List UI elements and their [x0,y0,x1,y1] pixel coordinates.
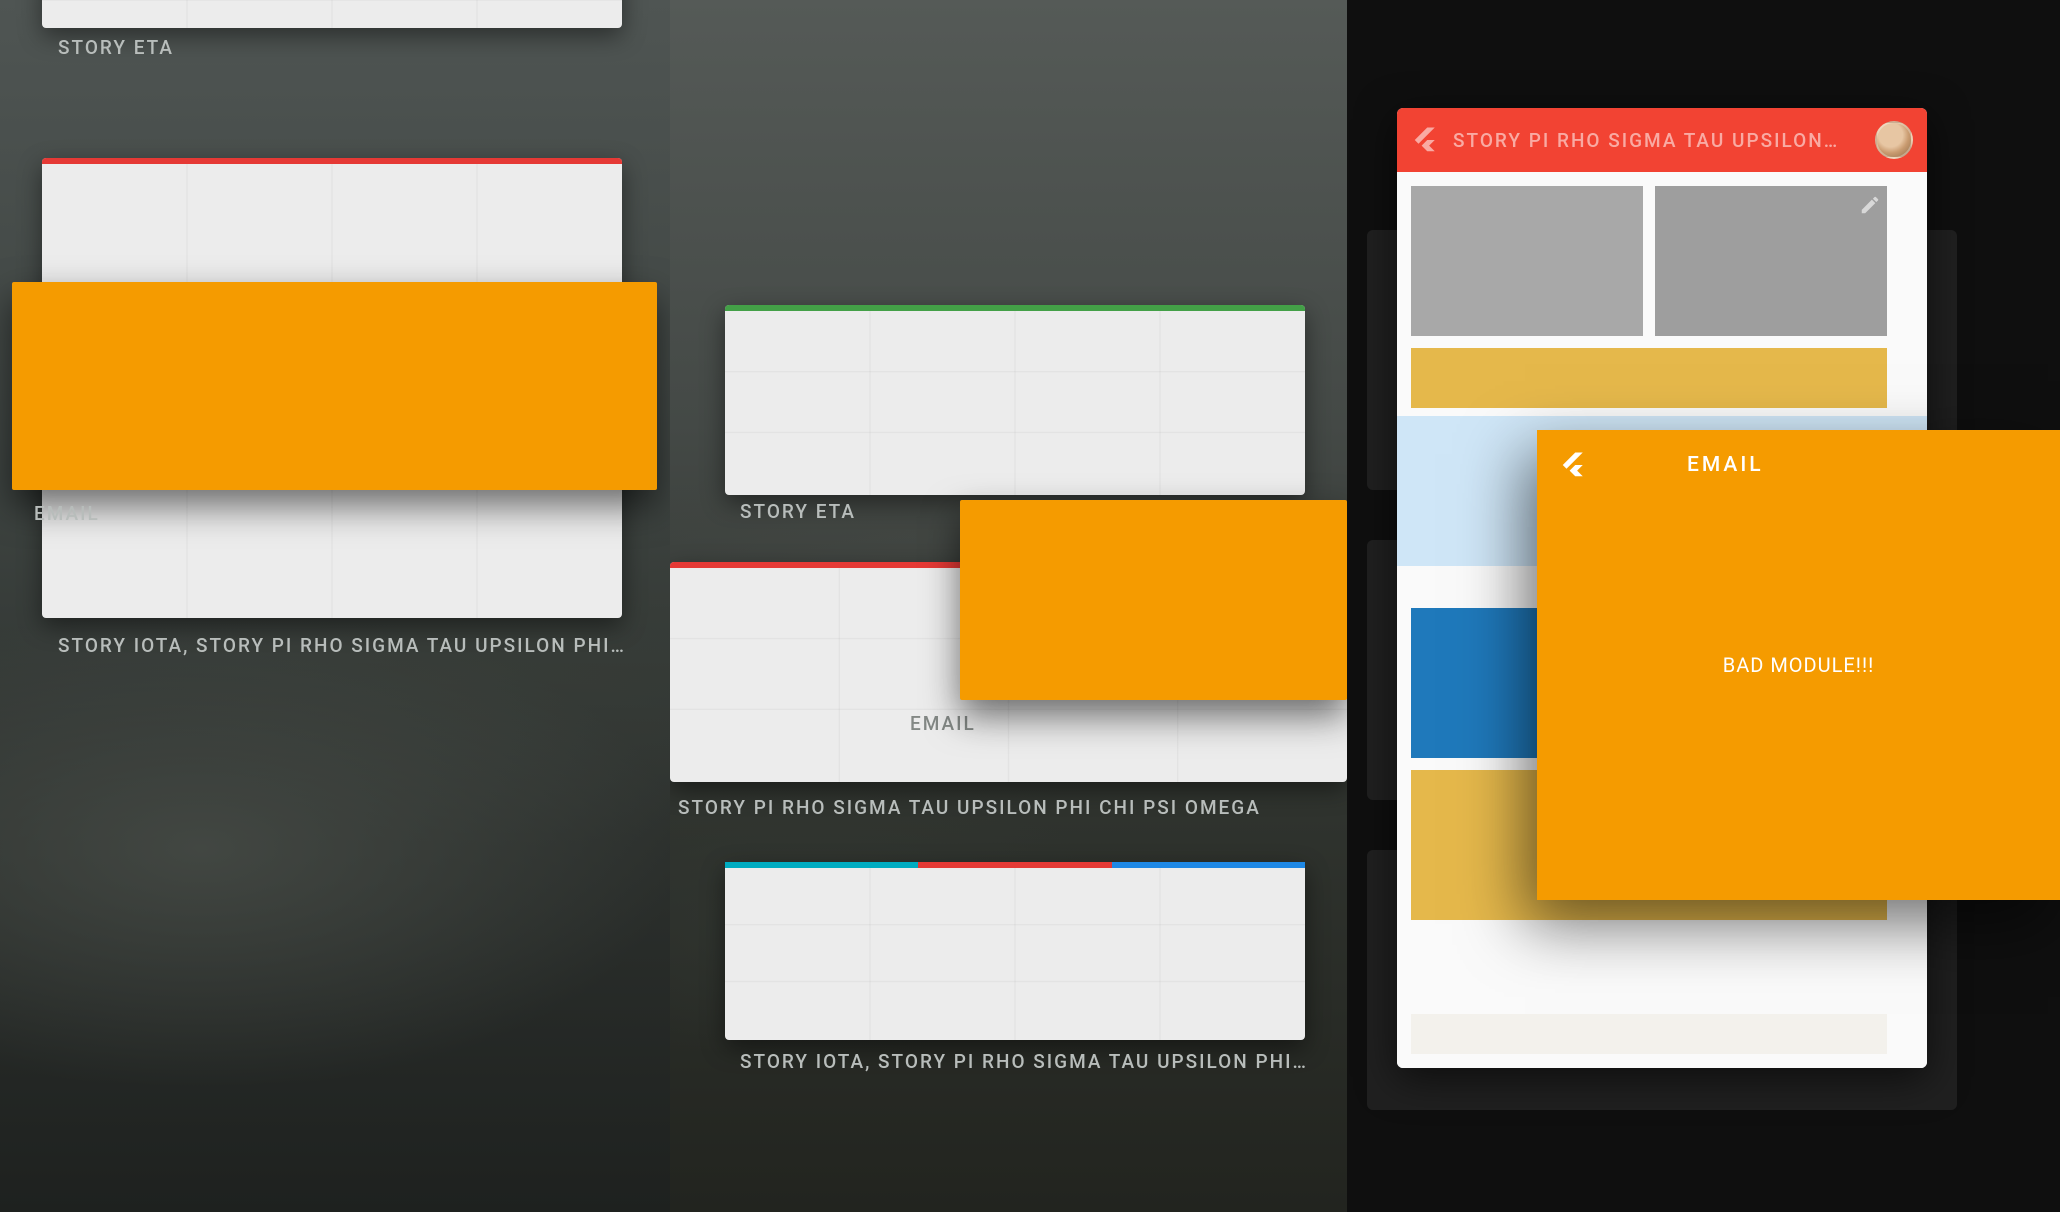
screenshot-panel-right: STORY PI RHO SIGMA TAU UPSILON… [1347,0,2060,1212]
avatar[interactable] [1875,121,1913,159]
edit-affordance[interactable] [1853,186,1887,336]
card-caption: EMAIL [34,502,234,525]
screenshot-panel-middle: STORY ETA EMAIL STORY PI RHO SIGMA TAU U… [670,0,1347,1212]
card-caption: STORY PI RHO SIGMA TAU UPSILON PHI CHI P… [678,796,1338,819]
content-tile[interactable] [1655,186,1887,336]
flutter-logo-icon [1559,450,1589,480]
dragged-card-overlay[interactable] [960,500,1347,700]
popup-title: EMAIL [1607,453,2038,477]
pencil-icon [1859,194,1881,216]
story-card[interactable] [725,305,1305,495]
screenshot-panel-left: STORY ETA EMAIL STORY IOTA, STORY PI RHO… [0,0,670,1212]
card-caption: STORY IOTA, STORY PI RHO SIGMA TAU UPSIL… [740,1050,1340,1073]
content-tile[interactable] [1411,348,1887,408]
content-tile[interactable] [1411,1014,1887,1054]
flutter-logo-icon [1411,125,1441,155]
content-tile[interactable] [1411,186,1643,336]
card-caption: STORY IOTA, STORY PI RHO SIGMA TAU UPSIL… [58,634,658,657]
dragged-card-overlay[interactable] [12,282,657,490]
popup-error-message: BAD MODULE!!! [1723,653,1875,677]
app-header-title: STORY PI RHO SIGMA TAU UPSILON… [1453,129,1863,152]
card-caption: STORY ETA [58,36,618,59]
app-header: STORY PI RHO SIGMA TAU UPSILON… [1397,108,1927,172]
card-caption: EMAIL [910,712,1110,735]
popup-header: EMAIL [1537,430,2060,500]
email-popup[interactable]: EMAIL BAD MODULE!!! [1537,430,2060,900]
story-card[interactable] [725,862,1305,1040]
story-card[interactable] [42,0,622,28]
